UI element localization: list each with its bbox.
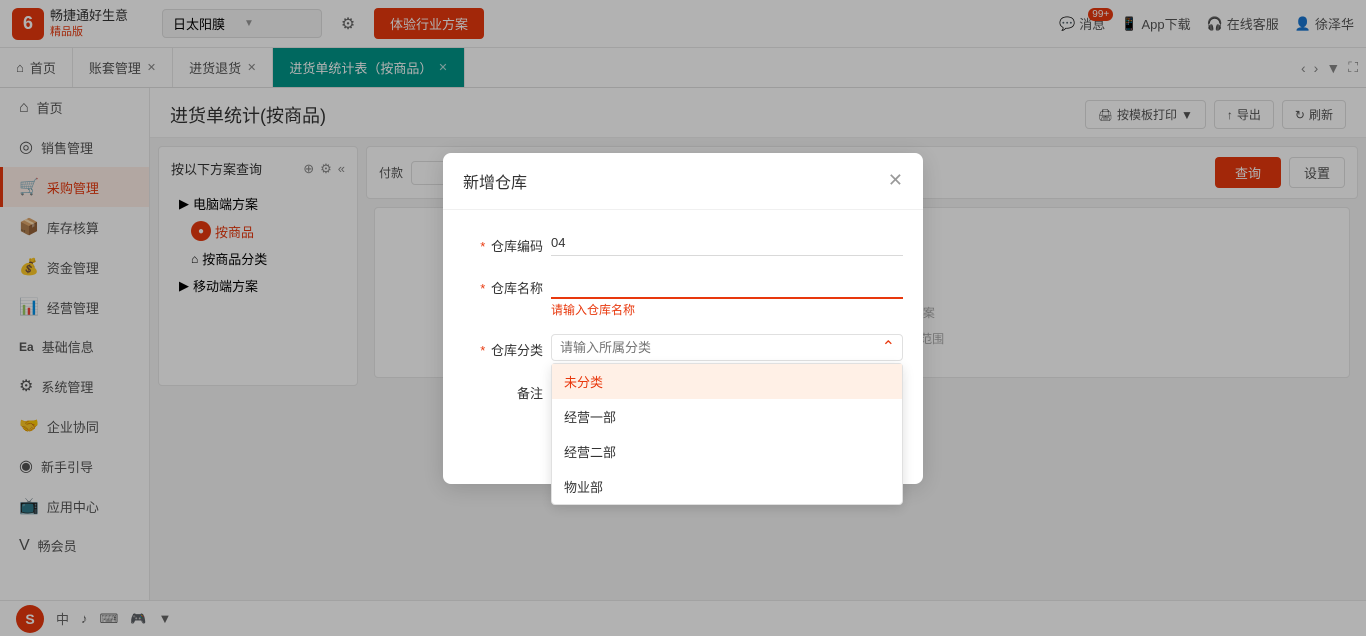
warehouse-name-input[interactable] [551, 272, 903, 299]
name-input-wrap: 请输入仓库名称 [551, 272, 903, 318]
modal-header: 新增仓库 ✕ [443, 153, 923, 210]
modal-overlay[interactable]: 新增仓库 ✕ * 仓库编码 * 仓库名称 请输入仓库名称 [0, 0, 1366, 636]
code-label: * 仓库编码 [463, 230, 543, 255]
modal-body: * 仓库编码 * 仓库名称 请输入仓库名称 * [443, 210, 923, 403]
category-dropdown: 未分类 经营一部 经营二部 物业部 [551, 363, 903, 505]
category-label: * 仓库分类 [463, 334, 543, 359]
new-warehouse-modal: 新增仓库 ✕ * 仓库编码 * 仓库名称 请输入仓库名称 [443, 153, 923, 484]
dropdown-item-dept3[interactable]: 物业部 [552, 469, 902, 504]
form-row-code: * 仓库编码 [463, 230, 903, 256]
dropdown-item-dept2[interactable]: 经营二部 [552, 434, 902, 469]
code-required-star: * [480, 239, 485, 254]
category-input[interactable] [551, 334, 903, 361]
modal-close-icon[interactable]: ✕ [888, 170, 903, 191]
modal-title: 新增仓库 [463, 169, 527, 193]
dropdown-item-dept1[interactable]: 经营一部 [552, 399, 902, 434]
form-row-category: * 仓库分类 ⌃ 未分类 经营一部 经营二部 物业部 [463, 334, 903, 361]
name-label: * 仓库名称 [463, 272, 543, 297]
cat-required-star: * [480, 343, 485, 358]
category-arrow-icon[interactable]: ⌃ [882, 337, 895, 357]
dropdown-item-uncategorized[interactable]: 未分类 [552, 364, 902, 399]
category-select-wrap: ⌃ 未分类 经营一部 经营二部 物业部 [551, 334, 903, 361]
form-row-name: * 仓库名称 请输入仓库名称 [463, 272, 903, 318]
notes-label: 备注 [463, 377, 543, 402]
name-error-msg: 请输入仓库名称 [551, 301, 903, 318]
warehouse-code-input[interactable] [551, 230, 903, 256]
name-required-star: * [480, 281, 485, 296]
